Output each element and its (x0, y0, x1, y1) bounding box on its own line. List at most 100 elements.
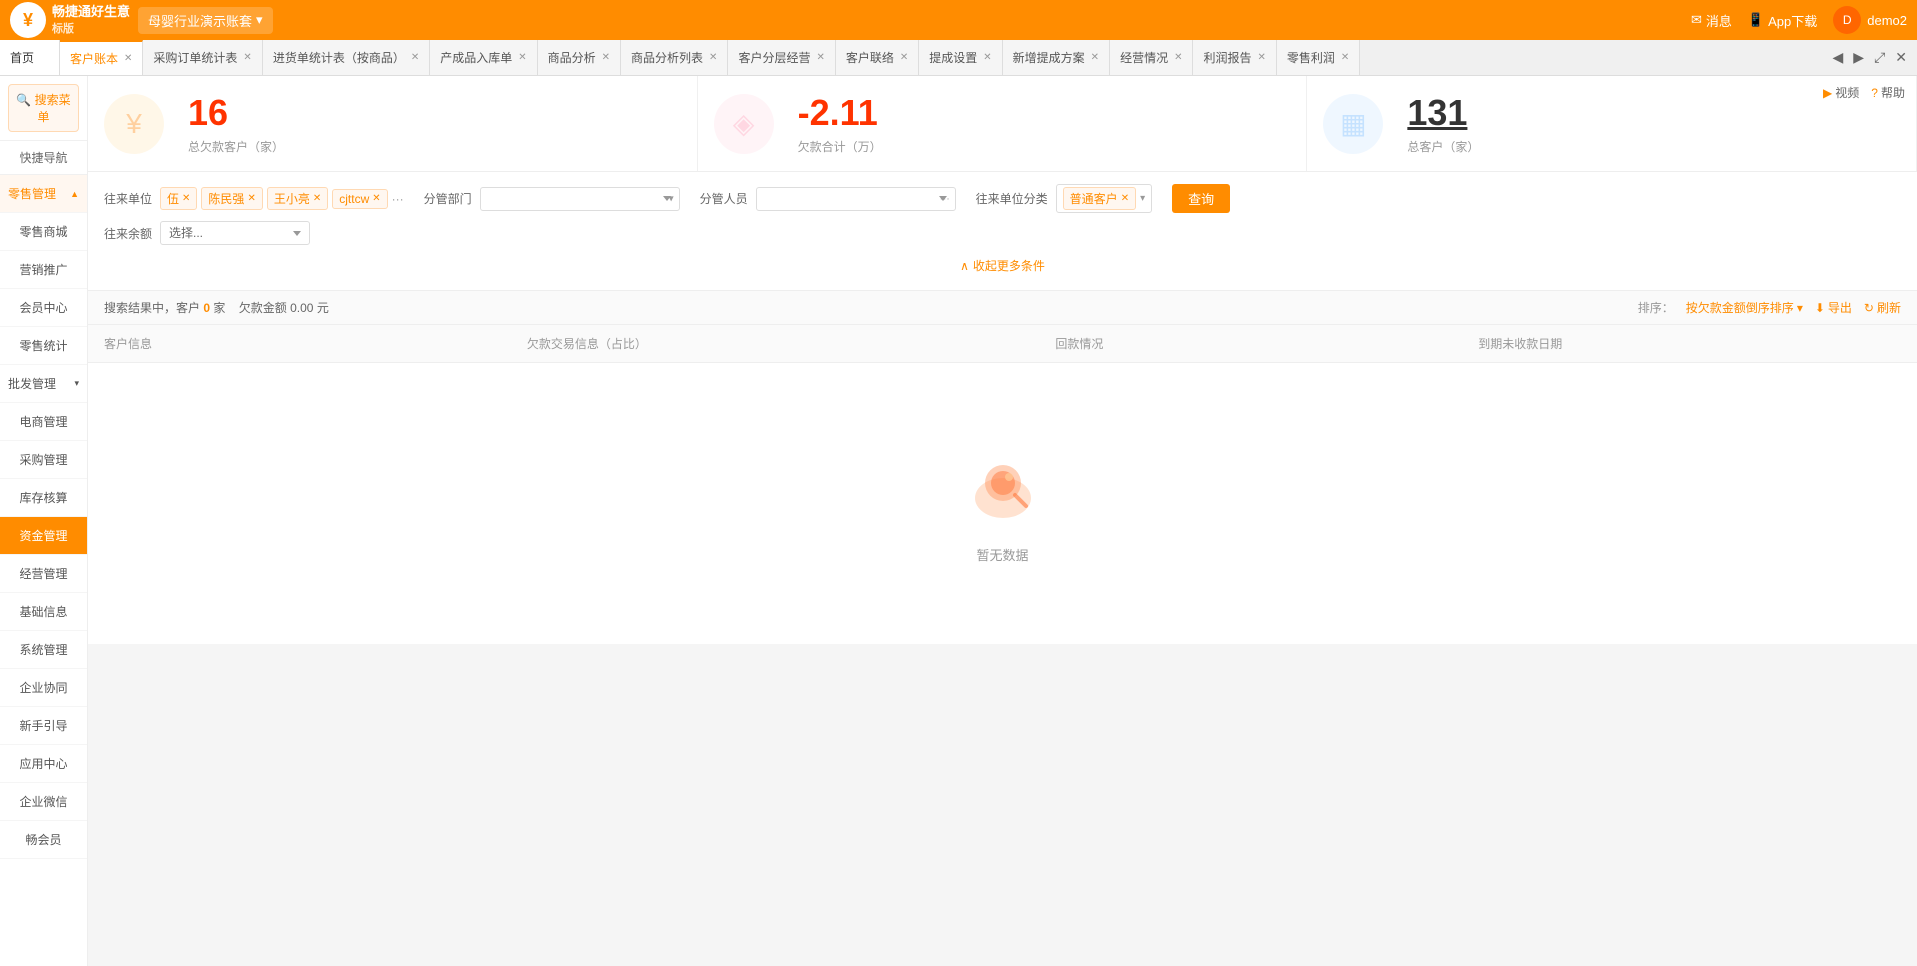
tab-customer-segment[interactable]: 客户分层经营 ✕ (728, 40, 835, 76)
sidebar-item-member-center[interactable]: 会员中心 (0, 289, 87, 327)
filter-more-tags[interactable]: ··· (392, 192, 404, 206)
tab-close-icon[interactable]: ✕ (1257, 52, 1265, 63)
tab-add-commission[interactable]: 新增提成方案 ✕ (1003, 40, 1110, 76)
sidebar-item-label: 零售统计 (19, 339, 67, 353)
table-header-col-3: 回款情况 (1055, 335, 1478, 352)
message-btn[interactable]: ✉ 消息 (1691, 11, 1732, 30)
tab-profit-report[interactable]: 利润报告 ✕ (1193, 40, 1276, 76)
table-header-col-4: 到期未收款日期 (1478, 335, 1901, 352)
tab-close-icon[interactable]: ✕ (124, 53, 132, 64)
filter-tag-remove-wu[interactable]: ✕ (182, 193, 190, 204)
filter-row-1: 往来单位 伍 ✕ 陈民强 ✕ 王小亮 ✕ cjttcw (104, 184, 1901, 213)
sidebar-item-purchase-mgmt[interactable]: 采购管理 (0, 441, 87, 479)
tab-customer-ledger[interactable]: 客户账本 ✕ (60, 40, 143, 76)
tab-close-icon[interactable]: ✕ (411, 52, 419, 63)
sort-dropdown-btn[interactable]: 按欠款金额倒序排序 ▾ (1686, 299, 1803, 316)
tab-operation[interactable]: 经营情况 ✕ (1110, 40, 1193, 76)
filter-tag-remove-cjttcw[interactable]: ✕ (372, 193, 380, 204)
tab-product-analysis[interactable]: 商品分析 ✕ (538, 40, 621, 76)
filter-tag-remove-common[interactable]: ✕ (1121, 193, 1129, 204)
video-btn[interactable]: ▶ 视频 (1823, 84, 1859, 101)
empty-icon-container (958, 443, 1048, 533)
tab-purchase-order-stats[interactable]: 采购订单统计表 ✕ (143, 40, 262, 76)
collapse-label: 收起更多条件 (973, 257, 1045, 274)
filter-tag-cjttcw: cjttcw ✕ (332, 189, 387, 209)
tab-prev-icon[interactable]: ◀ (1829, 47, 1848, 68)
balance-select[interactable]: 选择... (160, 221, 310, 245)
sidebar-item-wholesale-mgmt[interactable]: 批发管理 ▾ (0, 365, 87, 403)
sidebar-item-enterprise-collab[interactable]: 企业协同 (0, 669, 87, 707)
sidebar-item-new-user-guide[interactable]: 新手引导 (0, 707, 87, 745)
sidebar-item-enterprise-wechat[interactable]: 企业微信 (0, 783, 87, 821)
sidebar-quick-nav[interactable]: 快捷导航 (0, 141, 87, 175)
tab-close-icon[interactable]: ✕ (243, 52, 251, 63)
tab-close-icon[interactable]: ✕ (900, 52, 908, 63)
sidebar-item-retail-mgmt[interactable]: 零售管理 ▲ (0, 175, 87, 213)
tab-expand-icon[interactable]: ⤢ (1870, 47, 1889, 68)
export-btn[interactable]: ⬇ 导出 (1815, 299, 1852, 316)
sidebar-item-app-center[interactable]: 应用中心 (0, 745, 87, 783)
filter-tag-wang: 王小亮 ✕ (267, 187, 328, 210)
sidebar-item-label: 采购管理 (19, 453, 67, 467)
sidebar-item-ecommerce[interactable]: 电商管理 (0, 403, 87, 441)
tab-controls: ◀ ▶ ⤢ ✕ (1823, 47, 1917, 68)
app-download-btn[interactable]: 📱 App下载 (1748, 11, 1817, 30)
tab-home[interactable]: 首页 (0, 40, 60, 76)
tab-commission-settings[interactable]: 提成设置 ✕ (919, 40, 1002, 76)
filter-tag-remove-wang[interactable]: ✕ (313, 193, 321, 204)
tab-close-icon[interactable]: ✕ (709, 52, 717, 63)
tab-close-icon[interactable]: ✕ (1341, 52, 1349, 63)
tab-close-icon[interactable]: ✕ (1174, 52, 1182, 63)
header-label-3: 回款情况 (1055, 337, 1103, 351)
result-debt-amount: 0.00 (290, 301, 313, 315)
sidebar-item-finance-mgmt[interactable]: 资金管理 (0, 517, 87, 555)
tab-close-icon[interactable]: ✕ (816, 52, 824, 63)
help-label: 帮助 (1881, 84, 1905, 101)
tab-close-icon[interactable]: ✕ (518, 52, 526, 63)
stat-card-icon-3: ▦ (1323, 94, 1383, 154)
tab-product-analysis-list[interactable]: 商品分析列表 ✕ (621, 40, 728, 76)
tab-retail-profit[interactable]: 零售利润 ✕ (1277, 40, 1360, 76)
tab-close-icon[interactable]: ✕ (1091, 52, 1099, 63)
dept-select-wrapper: ▾ (480, 187, 680, 211)
person-select[interactable] (756, 187, 956, 211)
sidebar-item-retail-mall[interactable]: 零售商城 (0, 213, 87, 251)
user-area[interactable]: D demo2 (1833, 6, 1907, 34)
sidebar-item-operation-mgmt[interactable]: 经营管理 (0, 555, 87, 593)
tab-product-instock[interactable]: 产成品入库单 ✕ (430, 40, 537, 76)
sidebar-item-inventory[interactable]: 库存核算 (0, 479, 87, 517)
sidebar-item-basic-info[interactable]: 基础信息 (0, 593, 87, 631)
stat-label-1: 总欠款客户（家） (188, 138, 284, 155)
collapse-filters-btn[interactable]: ∧ 收起更多条件 (104, 253, 1901, 278)
sidebar-item-chang-member[interactable]: 畅会员 (0, 821, 87, 859)
refresh-btn[interactable]: ↻ 刷新 (1864, 299, 1901, 316)
query-button[interactable]: 查询 (1172, 184, 1230, 213)
avatar: D (1833, 6, 1861, 34)
sidebar-item-label: 经营管理 (19, 567, 67, 581)
empty-state: 暂无数据 (88, 363, 1917, 644)
message-icon: ✉ (1691, 12, 1702, 28)
account-dropdown[interactable]: 母婴行业演示账套 ▾ (138, 7, 273, 34)
tab-close-icon[interactable]: ✕ (602, 52, 610, 63)
tab-label: 产成品入库单 (440, 49, 512, 66)
sidebar-item-system-mgmt[interactable]: 系统管理 (0, 631, 87, 669)
tab-customer-contact[interactable]: 客户联络 ✕ (836, 40, 919, 76)
logo-area: ¥ 畅捷通好生意 标版 (10, 2, 130, 38)
sidebar-item-retail-stats[interactable]: 零售统计 (0, 327, 87, 365)
tab-close-all-icon[interactable]: ✕ (1891, 47, 1911, 68)
header-label-4: 到期未收款日期 (1478, 337, 1562, 351)
filter-tag-label: 伍 (167, 190, 179, 207)
tab-purchase-stats-by-product[interactable]: 进货单统计表（按商品） ✕ (263, 40, 430, 76)
search-menu-button[interactable]: 🔍 搜索菜单 (8, 84, 79, 132)
filter-tag-chen: 陈民强 ✕ (201, 187, 262, 210)
tab-next-icon[interactable]: ▶ (1849, 47, 1868, 68)
stats-row: ¥ 16 总欠款客户（家） ◈ -2.11 欠款合计（万） (88, 76, 1917, 172)
category-filter-label: 往来单位分类 (976, 190, 1048, 207)
dept-select[interactable] (480, 187, 680, 211)
sidebar-item-marketing[interactable]: 营销推广 (0, 251, 87, 289)
empty-illustration (958, 443, 1048, 533)
tab-close-icon[interactable]: ✕ (983, 52, 991, 63)
filter-tag-remove-chen[interactable]: ✕ (247, 193, 255, 204)
help-btn[interactable]: ? 帮助 (1871, 84, 1905, 101)
filter-tag-label: 陈民强 (208, 190, 244, 207)
